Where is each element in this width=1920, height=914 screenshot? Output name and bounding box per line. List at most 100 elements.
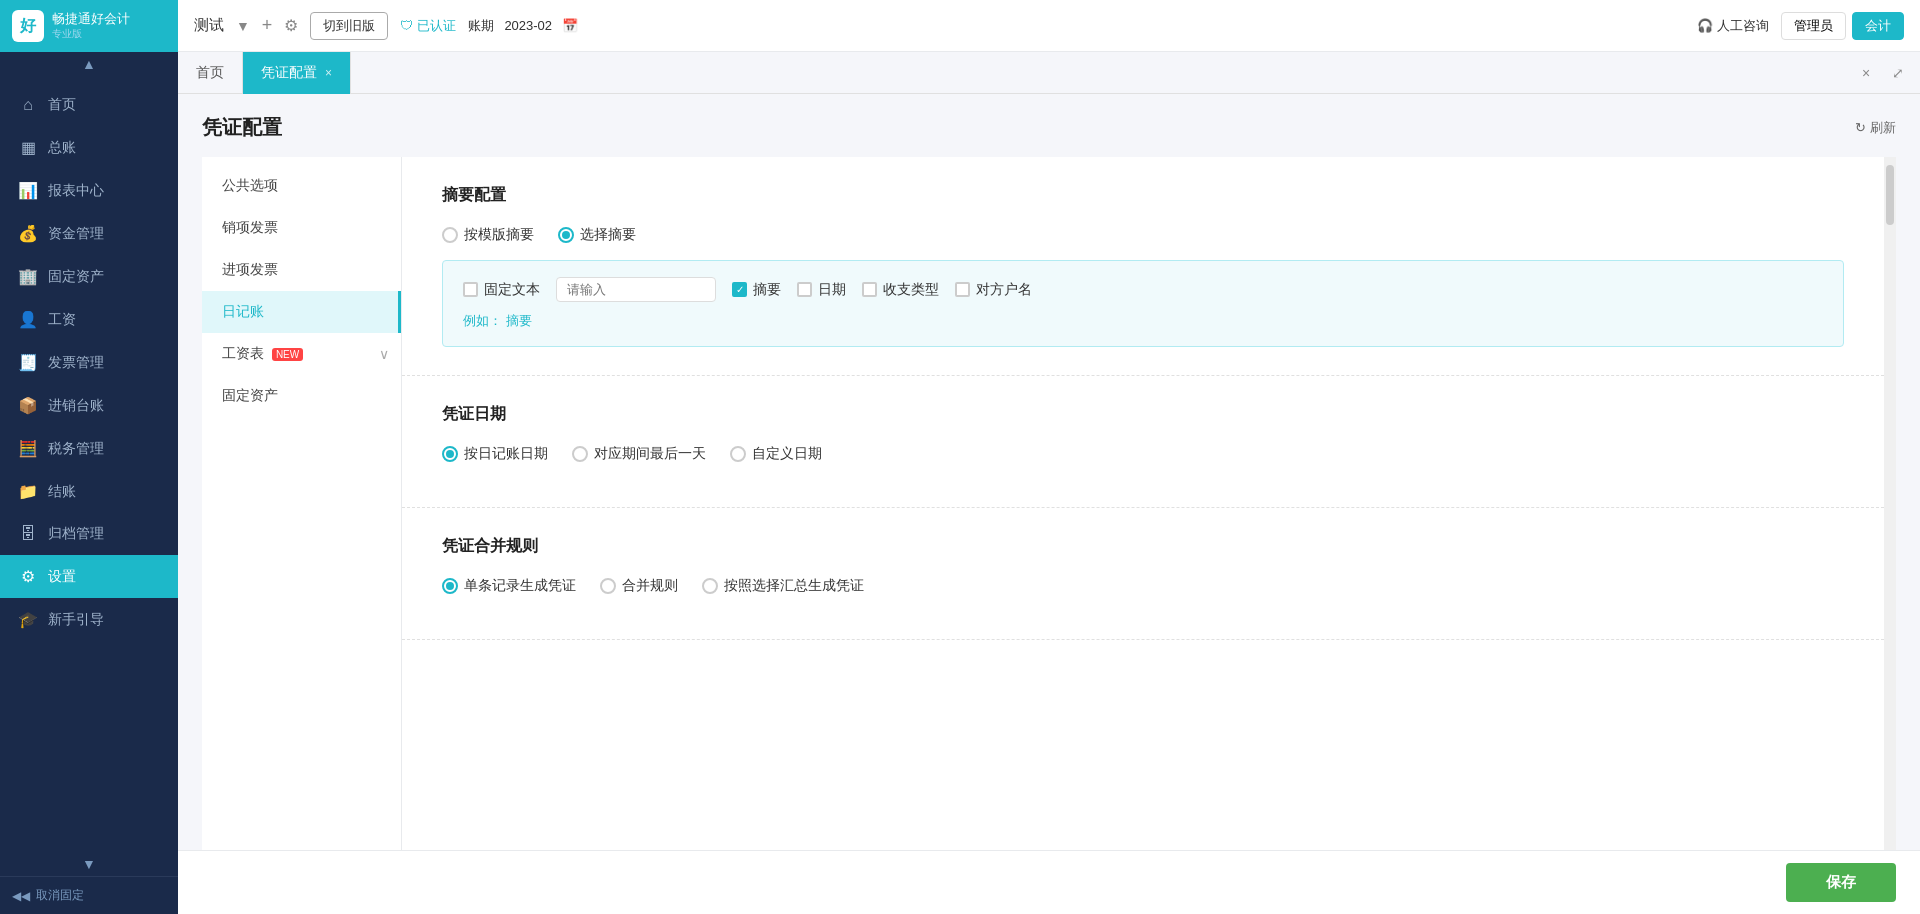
save-button[interactable]: 保存 <box>1786 863 1896 902</box>
sidebar-navigation: ⌂ 首页 ▦ 总账 📊 报表中心 💰 资金管理 🏢 固定资产 👤 工资 🧾 发票… <box>0 76 178 852</box>
radio-circle-summary-gen <box>702 578 718 594</box>
merge-radio-group: 单条记录生成凭证 合并规则 按照选择汇总生成凭证 <box>442 577 1844 595</box>
fixed-text-input[interactable] <box>556 277 716 302</box>
sidebar-item-reports[interactable]: 📊 报表中心 <box>0 169 178 212</box>
radio-custom-date[interactable]: 自定义日期 <box>730 445 822 463</box>
sidebar-item-assets[interactable]: 🏢 固定资产 <box>0 255 178 298</box>
save-bar: 保存 <box>178 850 1920 914</box>
radio-summary-generate[interactable]: 按照选择汇总生成凭证 <box>702 577 864 595</box>
radio-single-record[interactable]: 单条记录生成凭证 <box>442 577 576 595</box>
window-maximize-button[interactable]: ⤢ <box>1884 59 1912 87</box>
left-nav-fixed-assets[interactable]: 固定资产 <box>202 375 401 417</box>
sidebar-item-label: 税务管理 <box>48 440 104 458</box>
help-button[interactable]: 🎧 人工咨询 <box>1697 17 1769 35</box>
sidebar-item-trade[interactable]: 📦 进销台账 <box>0 384 178 427</box>
left-nav-public[interactable]: 公共选项 <box>202 165 401 207</box>
sidebar-scroll-up[interactable]: ▲ <box>0 52 178 76</box>
left-nav-journal[interactable]: 日记账 <box>202 291 401 333</box>
radio-circle-single <box>442 578 458 594</box>
checkbox-fixed-text[interactable]: 固定文本 <box>463 281 540 299</box>
sidebar-item-ledger[interactable]: ▦ 总账 <box>0 126 178 169</box>
sidebar-item-label: 资金管理 <box>48 225 104 243</box>
merge-section-title: 凭证合并规则 <box>442 536 1844 557</box>
tab-close-icon[interactable]: × <box>325 66 332 80</box>
app-edition: 专业版 <box>52 27 130 41</box>
trade-icon: 📦 <box>18 396 38 415</box>
accountant-button[interactable]: 会计 <box>1852 12 1904 40</box>
radio-circle-period-last <box>572 446 588 462</box>
sidebar-item-label: 结账 <box>48 483 76 501</box>
sidebar-item-settings[interactable]: ⚙ 设置 <box>0 555 178 598</box>
sidebar-scroll-down[interactable]: ▼ <box>0 852 178 876</box>
topbar-right: 🎧 人工咨询 管理员 会计 <box>1697 12 1904 40</box>
left-nav-sales-invoice[interactable]: 销项发票 <box>202 207 401 249</box>
example-value: 摘要 <box>506 313 532 328</box>
add-icon[interactable]: + <box>262 15 273 36</box>
sidebar-item-label: 发票管理 <box>48 354 104 372</box>
pin-label: 取消固定 <box>36 887 84 904</box>
sidebar-item-invoice[interactable]: 🧾 发票管理 <box>0 341 178 384</box>
summary-options-box: 固定文本 ✓ 摘要 日期 <box>442 260 1844 347</box>
merge-section: 凭证合并规则 单条记录生成凭证 合并规则 <box>402 508 1884 640</box>
headphone-icon: 🎧 <box>1697 18 1713 33</box>
checkbox-box-fixed <box>463 282 478 297</box>
sidebar-item-label: 固定资产 <box>48 268 104 286</box>
checkbox-box-summary: ✓ <box>732 282 747 297</box>
checkbox-payment-type[interactable]: 收支类型 <box>862 281 939 299</box>
page-title-row: 凭证配置 ↻ 刷新 <box>202 114 1896 141</box>
sidebar-item-tax[interactable]: 🧮 税务管理 <box>0 427 178 470</box>
summary-section: 摘要配置 按模版摘要 选择摘要 <box>402 157 1884 376</box>
ledger-icon: ▦ <box>18 138 38 157</box>
right-scrollbar[interactable] <box>1884 157 1896 914</box>
sidebar-item-close[interactable]: 📁 结账 <box>0 470 178 513</box>
sidebar-item-salary[interactable]: 👤 工资 <box>0 298 178 341</box>
window-close-button[interactable]: × <box>1852 59 1880 87</box>
sidebar-item-funds[interactable]: 💰 资金管理 <box>0 212 178 255</box>
sidebar-item-label: 首页 <box>48 96 76 114</box>
radio-template-summary[interactable]: 按模版摘要 <box>442 226 534 244</box>
left-nav-payroll[interactable]: 工资表 NEW ∨ <box>202 333 401 375</box>
sidebar-item-archive[interactable]: 🗄 归档管理 <box>0 513 178 555</box>
tab-voucher-config-label: 凭证配置 <box>261 64 317 82</box>
sidebar-item-guide[interactable]: 🎓 新手引导 <box>0 598 178 641</box>
invoice-icon: 🧾 <box>18 353 38 372</box>
date-section-title: 凭证日期 <box>442 404 1844 425</box>
calendar-icon[interactable]: 📅 <box>562 18 578 33</box>
settings-icon: ⚙ <box>18 567 38 586</box>
radio-period-last-day[interactable]: 对应期间最后一天 <box>572 445 706 463</box>
sidebar-item-label: 工资 <box>48 311 76 329</box>
radio-circle-merge <box>600 578 616 594</box>
assets-icon: 🏢 <box>18 267 38 286</box>
left-nav: 公共选项 销项发票 进项发票 日记账 工资表 NEW ∨ <box>202 157 402 914</box>
radio-select-summary[interactable]: 选择摘要 <box>558 226 636 244</box>
checkbox-box-payment <box>862 282 877 297</box>
date-section: 凭证日期 按日记账日期 对应期间最后一天 <box>402 376 1884 508</box>
tab-home[interactable]: 首页 <box>178 52 243 94</box>
manager-button[interactable]: 管理员 <box>1781 12 1846 40</box>
radio-journal-date[interactable]: 按日记账日期 <box>442 445 548 463</box>
sidebar-item-home[interactable]: ⌂ 首页 <box>0 84 178 126</box>
radio-circle-template <box>442 227 458 243</box>
sidebar-item-label: 报表中心 <box>48 182 104 200</box>
checkbox-summary[interactable]: ✓ 摘要 <box>732 281 781 299</box>
sidebar-pin-toggle[interactable]: ◀◀ 取消固定 <box>0 876 178 914</box>
settings-gear-icon[interactable]: ⚙ <box>284 16 298 35</box>
tab-voucher-config[interactable]: 凭证配置 × <box>243 52 351 94</box>
logo-icon: 好 <box>12 10 44 42</box>
old-version-button[interactable]: 切到旧版 <box>310 12 388 40</box>
refresh-button[interactable]: ↻ 刷新 <box>1855 119 1896 137</box>
page-title: 凭证配置 <box>202 114 282 141</box>
dropdown-icon[interactable]: ▼ <box>236 18 250 34</box>
scrollbar-thumb <box>1886 165 1894 225</box>
left-nav-purchase-invoice[interactable]: 进项发票 <box>202 249 401 291</box>
example-text: 例如： 摘要 <box>463 312 1823 330</box>
checkbox-date[interactable]: 日期 <box>797 281 846 299</box>
pin-icon: ◀◀ <box>12 889 30 903</box>
sidebar-item-label: 新手引导 <box>48 611 104 629</box>
main-area: 测试 ▼ + ⚙ 切到旧版 🛡 已认证 账期 2023-02 📅 🎧 人工咨询 … <box>178 0 1920 914</box>
new-badge: NEW <box>272 348 303 361</box>
checkbox-counterpart[interactable]: 对方户名 <box>955 281 1032 299</box>
content-area: 凭证配置 ↻ 刷新 公共选项 销项发票 进项发票 <box>178 94 1920 914</box>
config-layout: 公共选项 销项发票 进项发票 日记账 工资表 NEW ∨ <box>202 157 1896 914</box>
radio-merge-rules[interactable]: 合并规则 <box>600 577 678 595</box>
